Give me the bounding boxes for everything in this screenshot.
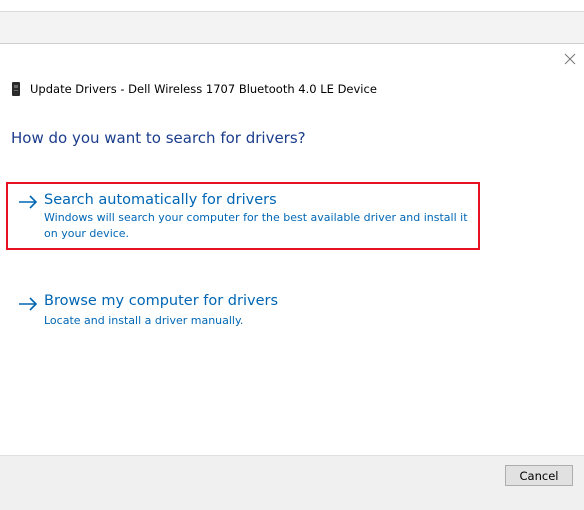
close-button[interactable] [561,50,579,68]
screen: Update Drivers - Dell Wireless 1707 Blue… [0,0,584,510]
browse-computer-title: Browse my computer for drivers [44,293,279,309]
close-icon [564,53,576,65]
dialog-footer: Cancel [0,455,584,510]
cancel-button[interactable]: Cancel [505,465,573,486]
search-automatically-option[interactable]: Search automatically for drivers Windows… [6,182,480,250]
background-window-bar [0,12,584,43]
bluetooth-device-icon [12,82,20,96]
arrow-right-icon [19,297,38,311]
browse-computer-option[interactable]: Browse my computer for drivers Locate an… [6,290,480,332]
dialog-heading: How do you want to search for drivers? [11,129,306,147]
background-window-edge [0,0,584,11]
arrow-right-icon [19,195,38,209]
update-drivers-dialog: Update Drivers - Dell Wireless 1707 Blue… [0,44,584,510]
dialog-title: Update Drivers - Dell Wireless 1707 Blue… [30,82,377,96]
dialog-title-row: Update Drivers - Dell Wireless 1707 Blue… [11,81,377,97]
search-automatically-description: Windows will search your computer for th… [44,211,468,240]
search-automatically-title: Search automatically for drivers [44,192,277,208]
browse-computer-description: Locate and install a driver manually. [44,314,244,327]
